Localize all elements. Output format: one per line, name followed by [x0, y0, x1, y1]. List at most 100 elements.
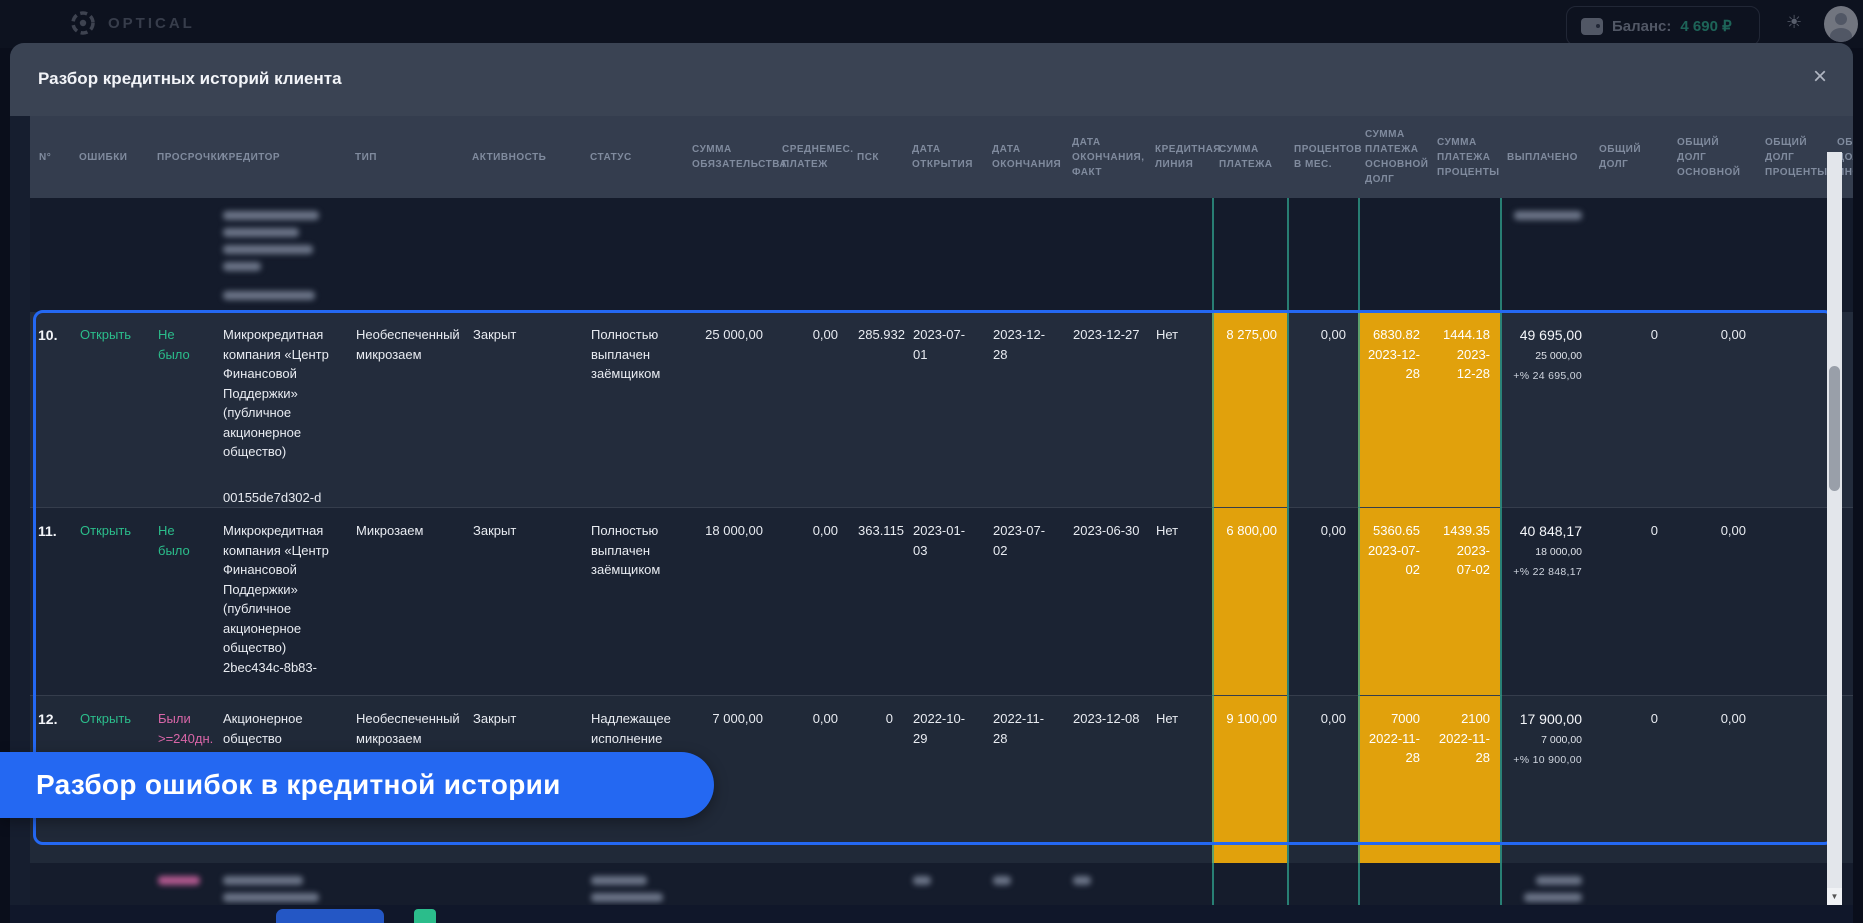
screen: OPTICAL Баланс: 4 690 ₽ ☀ Разбор кредитн…: [0, 0, 1863, 923]
col-header-avg-payment: СРЕДНЕМЕС. ПЛАТЕЖ: [775, 116, 853, 198]
col-header-obligation: СУММА ОБЯЗАТЕЛЬСТВА: [685, 116, 787, 198]
date-end-fact: 2023-12-08: [1073, 711, 1140, 726]
status: Полностью выплачен заёмщиком: [591, 523, 661, 577]
activity: Закрыт: [473, 327, 517, 342]
credit-line: Нет: [1156, 711, 1179, 726]
modal-header: Разбор кредитных историй клиента ×: [10, 43, 1853, 116]
date-end-fact: 2023-06-30: [1073, 523, 1140, 538]
col-header-creditor: КРЕДИТОР: [215, 116, 348, 198]
status: Полностью выплачен заёмщиком: [591, 327, 661, 381]
col-header-date-open: ДАТА ОТКРЫТИЯ: [905, 116, 985, 198]
date-open: 2022-10-29: [913, 711, 966, 746]
col-header-status: СТАТУС: [583, 116, 685, 198]
column-guide-line: [1212, 198, 1214, 905]
pct-per-month: 0,00: [1320, 523, 1346, 538]
total-debt: 0: [1650, 327, 1658, 342]
activity: Закрыт: [473, 523, 517, 538]
credit-line: Нет: [1156, 327, 1179, 342]
scrollbar-thumb[interactable]: [1829, 366, 1840, 491]
credit-line: Нет: [1156, 523, 1179, 538]
vertical-scrollbar[interactable]: ▼: [1827, 152, 1842, 905]
total-debt-principal: 0,00: [1720, 523, 1746, 538]
error-analysis-banner: Разбор ошибок в кредитной истории: [0, 752, 714, 818]
creditor-id: 00155de7d302-d: [223, 489, 322, 505]
obligation-sum: 25 000,00: [705, 327, 763, 342]
avg-monthly-payment: 0,00: [812, 327, 838, 342]
date-end: 2022-11-28: [993, 711, 1045, 746]
open-errors-link[interactable]: Открыть: [80, 523, 131, 538]
date-open: 2023-07-01: [913, 327, 966, 362]
avg-monthly-payment: 0,00: [812, 711, 838, 726]
date-end: 2023-12-28: [993, 327, 1046, 362]
loan-type: Микрозаем: [356, 523, 424, 538]
col-header-overdue: ПРОСРОЧКИ: [150, 116, 224, 198]
overdue-status: Не было: [158, 523, 190, 558]
creditor-name: Микрокредитная компания «Центр Финансово…: [223, 523, 329, 655]
creditor-id: 2bec434c-8b83-: [223, 659, 317, 675]
table-row[interactable]: 10. Открыть Не было Микрокредитная компа…: [30, 312, 1853, 508]
column-guide-line: [1358, 198, 1360, 905]
payment-interest-highlighted: 1439.35 2023-07-02: [1430, 507, 1500, 696]
col-header-payment-sum: СУММА ПЛАТЕЖА: [1212, 116, 1287, 198]
modal-title: Разбор кредитных историй клиента: [38, 69, 342, 88]
col-header-payment-interest: СУММА ПЛАТЕЖА ПРОЦЕНТЫ: [1430, 116, 1500, 198]
table-row[interactable]: 11. Открыть Не было Микрокредитная компа…: [30, 507, 1853, 696]
creditor-name: Микрокредитная компания «Центр Финансово…: [223, 327, 329, 459]
psk: 363.115: [858, 523, 905, 538]
payment-interest-highlighted: 1444.18 2023-12-28: [1430, 312, 1500, 508]
avg-monthly-payment: 0,00: [812, 523, 838, 538]
loan-type: Необеспеченный микрозаем: [356, 327, 460, 362]
scrollbar-down-arrow[interactable]: ▼: [1827, 888, 1842, 905]
paid-out-cell: 17 900,00 7 000,00 +% 10 900,00: [1513, 711, 1582, 766]
row-number: 11.: [38, 523, 57, 539]
table-row-blurred-previous[interactable]: [30, 198, 1853, 312]
pct-per-month: 0,00: [1320, 327, 1346, 342]
obligation-sum: 18 000,00: [705, 523, 763, 538]
col-header-total-debt: ОБЩИЙ ДОЛГ: [1592, 116, 1670, 198]
total-debt-principal: 0,00: [1720, 711, 1746, 726]
col-header-paid: ВЫПЛАЧЕНО: [1500, 116, 1592, 198]
partial-blue-button[interactable]: [276, 909, 384, 923]
col-header-activity: АКТИВНОСТЬ: [465, 116, 583, 198]
payment-sum-highlighted: 8 275,00: [1212, 312, 1287, 508]
close-icon[interactable]: ×: [1813, 65, 1827, 89]
total-debt: 0: [1650, 523, 1658, 538]
col-header-date-end: ДАТА ОКОНЧАНИЯ: [985, 116, 1065, 198]
open-errors-link[interactable]: Открыть: [80, 711, 131, 726]
table-header: N° ОШИБКИ ПРОСРОЧКИ КРЕДИТОР ТИП АКТИВНО…: [30, 116, 1853, 198]
date-end: 2023-07-02: [993, 523, 1046, 558]
col-header-credit-line: КРЕДИТНАЯ ЛИНИЯ: [1148, 116, 1221, 198]
blurred-paid-cell: [1500, 198, 1592, 312]
creditor-cell: Микрокредитная компания «Центр Финансово…: [215, 312, 348, 508]
paid-out-cell: 49 695,00 25 000,00 +% 24 695,00: [1513, 327, 1582, 382]
psk: 0: [885, 711, 893, 726]
overdue-status: Были >=240дн.: [158, 711, 214, 746]
col-header-total-debt-principal: ОБЩИЙ ДОЛГ ОСНОВНОЙ: [1670, 116, 1758, 198]
col-header-errors: ОШИБКИ: [72, 116, 150, 198]
pct-per-month: 0,00: [1320, 711, 1346, 726]
total-debt-principal: 0,00: [1720, 327, 1746, 342]
paid-out-cell: 40 848,17 18 000,00 +% 22 848,17: [1513, 523, 1582, 578]
col-header-payment-principal: СУММА ПЛАТЕЖА ОСНОВНОЙ ДОЛГ: [1358, 116, 1430, 198]
col-header-date-end-fact: ДАТА ОКОНЧАНИЯ, ФАКТ: [1065, 116, 1148, 198]
column-guide-line: [1287, 198, 1289, 905]
bottom-strip: [10, 905, 1853, 923]
col-header-num: N°: [30, 116, 72, 198]
col-header-type: ТИП: [348, 116, 465, 198]
payment-sum-highlighted: 6 800,00: [1212, 507, 1287, 696]
payment-principal-highlighted: 6830.82 2023-12-28: [1358, 312, 1430, 508]
banner-text: Разбор ошибок в кредитной истории: [36, 769, 561, 800]
payment-interest-highlighted: 2100 2022-11-28: [1430, 695, 1500, 863]
open-errors-link[interactable]: Открыть: [80, 327, 131, 342]
blurred-creditor-cell: [215, 198, 348, 312]
column-guide-line: [1500, 198, 1502, 905]
total-debt: 0: [1650, 711, 1658, 726]
col-header-pct-month: ПРОЦЕНТОВ В МЕС.: [1287, 116, 1362, 198]
payment-principal-highlighted: 5360.65 2023-07-02: [1358, 507, 1430, 696]
psk: 285.932: [858, 327, 905, 342]
date-end-fact: 2023-12-27: [1073, 327, 1140, 342]
row-number: 10.: [38, 327, 58, 343]
overdue-status: Не было: [158, 327, 190, 362]
partial-green-chip[interactable]: [414, 909, 436, 923]
payment-sum-highlighted: 9 100,00: [1212, 695, 1287, 863]
